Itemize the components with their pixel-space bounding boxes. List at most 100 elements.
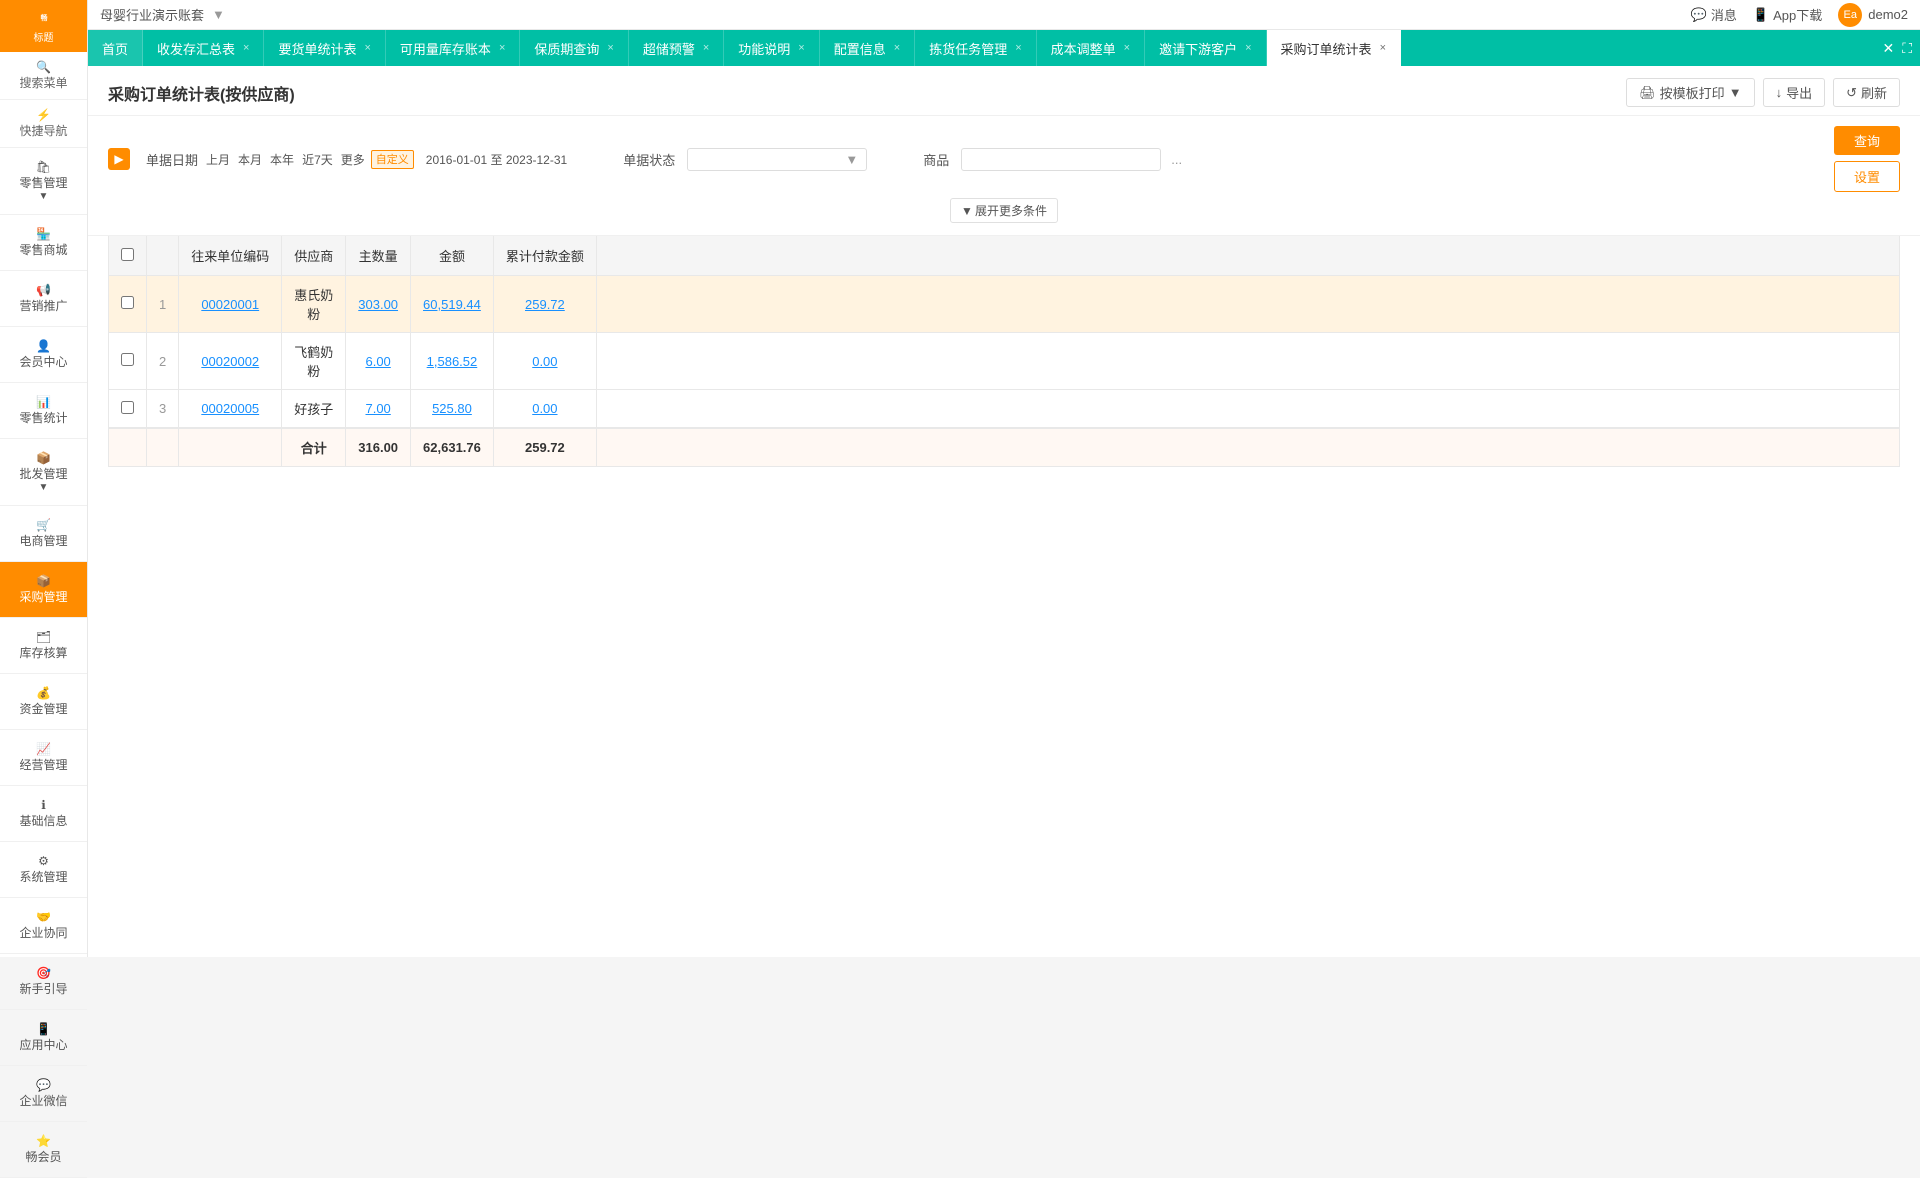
tabs-expand-icon[interactable]: ⛶ <box>1902 40 1912 57</box>
row2-quantity[interactable]: 6.00 <box>346 333 411 390</box>
function-desc-close-icon[interactable]: × <box>798 42 804 54</box>
config-info-close-icon[interactable]: × <box>894 42 900 54</box>
shortcut-last-month[interactable]: 上月 <box>204 150 232 169</box>
message-area[interactable]: 💬 消息 <box>1691 5 1737 24</box>
print-button[interactable]: 🖨 按模板打印 ▼ <box>1626 78 1754 107</box>
filter-status-select[interactable]: ▼ <box>687 148 867 171</box>
purchase-order-stats-close-icon[interactable]: × <box>1380 42 1386 54</box>
row1-amount[interactable]: 60,519.44 <box>411 276 494 333</box>
table-row: 2 00020002 飞鹤奶粉 6.00 1,586.52 0.00 <box>109 333 1900 390</box>
user-area[interactable]: Ea demo2 <box>1838 3 1908 27</box>
sidebar: 畅 标题 🔍 搜索菜单 ⚡ 快捷导航 🛍 零售管理 ▼ 🏪 零售商城 📢 营销推… <box>0 0 88 957</box>
sidebar-item-member-center[interactable]: 👤 会员中心 <box>0 327 87 383</box>
shortcut-custom[interactable]: 自定义 <box>371 150 414 169</box>
tabs-close-icon[interactable]: ✕ <box>1882 40 1894 57</box>
home-tab-label: 首页 <box>102 39 128 58</box>
tab-picking-task[interactable]: 拣货任务管理 × <box>915 30 1036 66</box>
tab-function-desc[interactable]: 功能说明 × <box>724 30 819 66</box>
sidebar-item-retail-mgmt[interactable]: 🛍 零售管理 ▼ <box>0 148 87 215</box>
sidebar-item-retail-shop[interactable]: 🏪 零售商城 <box>0 215 87 271</box>
row3-paid-amount[interactable]: 0.00 <box>493 390 596 429</box>
sidebar-item-ecommerce[interactable]: 🛒 电商管理 <box>0 506 87 562</box>
tab-usable-inventory[interactable]: 可用量库存账本 × <box>386 30 520 66</box>
table-body: 1 00020001 惠氏奶粉 303.00 60,519.44 259.72 … <box>109 276 1900 429</box>
shortcut-more[interactable]: 更多 <box>339 150 367 169</box>
row1-checkbox[interactable] <box>109 276 147 333</box>
sidebar-item-cooperation[interactable]: 🤝 企业协同 <box>0 898 87 954</box>
row2-checkbox[interactable] <box>109 333 147 390</box>
tab-invite-downstream[interactable]: 邀请下游客户 × <box>1145 30 1266 66</box>
sidebar-item-system[interactable]: ⚙ 系统管理 <box>0 842 87 898</box>
row1-paid-amount[interactable]: 259.72 <box>493 276 596 333</box>
quick-nav-icon: ⚡ <box>4 108 83 122</box>
picking-task-close-icon[interactable]: × <box>1015 42 1021 54</box>
row1-check[interactable] <box>121 296 134 309</box>
sidebar-item-wholesale[interactable]: 📦 批发管理 ▼ <box>0 439 87 506</box>
sidebar-item-purchase[interactable]: 📦 采购管理 <box>0 562 87 618</box>
tab-receive-pay[interactable]: 收发存汇总表 × <box>143 30 264 66</box>
row2-paid-amount[interactable]: 0.00 <box>493 333 596 390</box>
row1-supplier-code[interactable]: 00020001 <box>179 276 282 333</box>
tab-purchase-order-stats[interactable]: 采购订单统计表 × <box>1267 30 1401 66</box>
company-dropdown-icon[interactable]: ▼ <box>212 7 225 22</box>
filter-goods-input[interactable] <box>961 148 1161 171</box>
app-download-area[interactable]: 📱 App下载 <box>1753 5 1822 24</box>
tab-config-info[interactable]: 配置信息 × <box>820 30 915 66</box>
shortcut-this-month[interactable]: 本月 <box>236 150 264 169</box>
sidebar-item-finance[interactable]: 💰 资金管理 <box>0 674 87 730</box>
settings-button[interactable]: 设置 <box>1834 161 1900 192</box>
cost-adjust-close-icon[interactable]: × <box>1124 42 1130 54</box>
goods-more-icon[interactable]: ... <box>1171 152 1182 167</box>
expand-button[interactable]: ▼ 展开更多条件 <box>950 198 1058 223</box>
sidebar-item-inventory[interactable]: 🗂 库存核算 <box>0 618 87 674</box>
invite-downstream-close-icon[interactable]: × <box>1245 42 1251 54</box>
shortcut-7days[interactable]: 近7天 <box>300 150 335 169</box>
sidebar-quick-nav[interactable]: ⚡ 快捷导航 <box>0 100 87 148</box>
table-area: 往来单位编码 供应商 主数量 金额 累计付款金额 1 00020001 惠氏奶粉 <box>88 236 1920 957</box>
expiry-query-close-icon[interactable]: × <box>607 42 613 54</box>
query-button[interactable]: 查询 <box>1834 126 1900 155</box>
export-button[interactable]: ↓ 导出 <box>1763 78 1826 107</box>
row2-supplier-code[interactable]: 00020002 <box>179 333 282 390</box>
th-quantity: 主数量 <box>346 236 411 276</box>
filter-toggle[interactable]: ▶ <box>108 148 130 170</box>
sidebar-item-retail-stats[interactable]: 📊 零售统计 <box>0 383 87 439</box>
tab-cost-adjust[interactable]: 成本调整单 × <box>1037 30 1145 66</box>
tab-home[interactable]: 首页 <box>88 30 143 66</box>
marketing-icon: 📢 <box>36 283 51 297</box>
sidebar-item-marketing[interactable]: 📢 营销推广 <box>0 271 87 327</box>
row2-amount[interactable]: 1,586.52 <box>411 333 494 390</box>
goods-stats-close-icon[interactable]: × <box>364 42 370 54</box>
row3-supplier-code[interactable]: 00020005 <box>179 390 282 429</box>
sidebar-item-enterprise-wechat[interactable]: 💬 企业微信 <box>0 1066 87 1122</box>
sidebar-item-member[interactable]: ⭐ 畅会员 <box>0 1122 87 1178</box>
sidebar-item-basic-info[interactable]: ℹ 基础信息 <box>0 786 87 842</box>
row1-quantity[interactable]: 303.00 <box>346 276 411 333</box>
row3-checkbox[interactable] <box>109 390 147 429</box>
select-all-checkbox[interactable] <box>121 248 134 261</box>
receive-pay-close-icon[interactable]: × <box>243 42 249 54</box>
shortcut-this-year[interactable]: 本年 <box>268 150 296 169</box>
row3-amount[interactable]: 525.80 <box>411 390 494 429</box>
overstock-warning-close-icon[interactable]: × <box>703 42 709 54</box>
sidebar-item-new-guide[interactable]: 🎯 新手引导 <box>0 954 87 1010</box>
sidebar-item-marketing-label: 营销推广 <box>19 297 67 314</box>
sidebar-item-system-label: 系统管理 <box>19 868 67 885</box>
tab-overstock-warning[interactable]: 超储预警 × <box>629 30 724 66</box>
tab-expiry-query[interactable]: 保质期查询 × <box>520 30 628 66</box>
usable-inventory-close-icon[interactable]: × <box>499 42 505 54</box>
filter-area: ▶ 单据日期 上月 本月 本年 近7天 更多 自定义 2016-01-01 至 … <box>88 116 1920 236</box>
tab-goods-stats[interactable]: 要货单统计表 × <box>264 30 385 66</box>
member-icon: ⭐ <box>36 1134 51 1148</box>
row3-check[interactable] <box>121 401 134 414</box>
row2-check[interactable] <box>121 353 134 366</box>
sidebar-item-operations[interactable]: 📈 经营管理 <box>0 730 87 786</box>
row1-supplier-name: 惠氏奶粉 <box>282 276 346 333</box>
sidebar-item-new-guide-label: 新手引导 <box>19 980 67 997</box>
sidebar-item-app-center[interactable]: 📱 应用中心 <box>0 1010 87 1066</box>
filter-date-range: 2016-01-01 至 2023-12-31 <box>426 151 567 168</box>
receive-pay-tab-label: 收发存汇总表 <box>157 39 235 58</box>
refresh-button[interactable]: ↺ 刷新 <box>1833 78 1900 107</box>
row3-quantity[interactable]: 7.00 <box>346 390 411 429</box>
sidebar-search[interactable]: 🔍 搜索菜单 <box>0 52 87 100</box>
